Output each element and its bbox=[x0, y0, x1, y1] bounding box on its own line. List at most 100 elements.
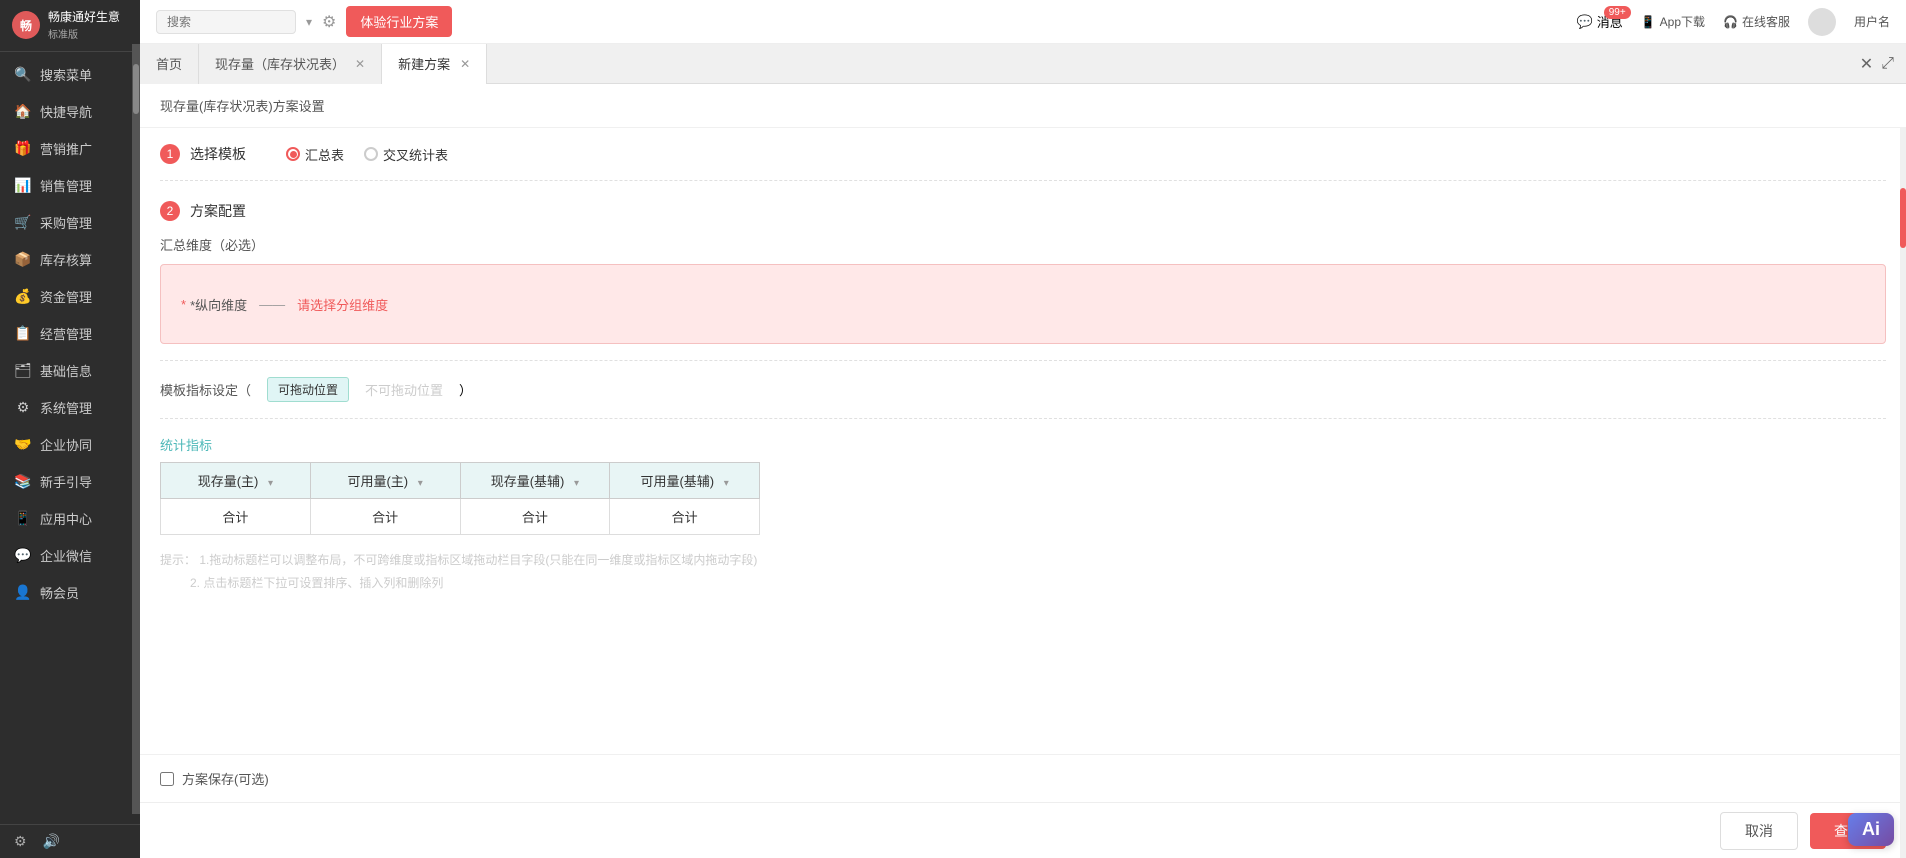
movable-chip: 可拖动位置 bbox=[267, 377, 349, 402]
sidebar-item-operation[interactable]: 📋 经营管理 bbox=[0, 315, 140, 352]
stats-col-3-dropdown[interactable]: ▾ bbox=[574, 478, 579, 489]
sidebar-item-newbie[interactable]: 📚 新手引导 bbox=[0, 463, 140, 500]
stats-section-label: 统计指标 bbox=[160, 435, 1886, 454]
sidebar-item-finance[interactable]: 💰 资金管理 bbox=[0, 278, 140, 315]
folder-icon: 🗂 bbox=[14, 361, 32, 379]
sidebar-item-system[interactable]: ⚙ 系统管理 bbox=[0, 389, 140, 426]
sidebar-item-basic[interactable]: 🗂 基础信息 bbox=[0, 352, 140, 389]
sidebar-item-apps[interactable]: 📱 应用中心 bbox=[0, 500, 140, 537]
indicators-label-text: 模板指标设定（ bbox=[160, 383, 251, 398]
ai-badge[interactable]: Ai bbox=[1848, 813, 1894, 846]
sidebar-item-member[interactable]: 👤 畅会员 bbox=[0, 574, 140, 611]
tab-home[interactable]: 首页 bbox=[140, 44, 199, 84]
right-scrollbar bbox=[1900, 128, 1906, 858]
tips-item-2: 2. 点击标题栏下拉可设置排序、插入列和删除列 bbox=[160, 574, 1886, 593]
dimension-dash: —— bbox=[259, 297, 285, 312]
sidebar-item-sales[interactable]: 📊 销售管理 bbox=[0, 167, 140, 204]
app-logo-icon: 畅 bbox=[12, 11, 40, 39]
stats-col-2-header[interactable]: 可用量(主) ▾ bbox=[310, 463, 460, 499]
tips-prefix: 提示： 1.拖动标题栏可以调整布局，不可跨维度或指标区域拖动栏目字段(只能在同一… bbox=[160, 551, 1886, 570]
sidebar-item-marketing[interactable]: 🎁 营销推广 bbox=[0, 130, 140, 167]
step2-title: 方案配置 bbox=[190, 201, 246, 221]
message-button[interactable]: 💬 消息 99+ bbox=[1577, 12, 1623, 31]
tab-new[interactable]: 新建方案 ✕ bbox=[382, 44, 487, 84]
sidebar-item-quick[interactable]: 🏠 快捷导航 bbox=[0, 93, 140, 130]
topbar-search-input[interactable] bbox=[156, 10, 296, 34]
sidebar-bottom: ⚙ 🔊 bbox=[0, 824, 140, 858]
service-icon: 🎧 bbox=[1723, 15, 1738, 29]
stats-col-1-dropdown[interactable]: ▾ bbox=[268, 478, 273, 489]
save-label: 方案保存(可选) bbox=[182, 769, 269, 788]
stats-col-2-label: 可用量(主) bbox=[347, 474, 408, 489]
sidebar-item-label: 资金管理 bbox=[40, 287, 92, 306]
sidebar-item-label: 企业协同 bbox=[40, 435, 92, 454]
tips-section: 提示： 1.拖动标题栏可以调整布局，不可跨维度或指标区域拖动栏目字段(只能在同一… bbox=[160, 551, 1886, 593]
cancel-button[interactable]: 取消 bbox=[1720, 812, 1798, 850]
stats-col-1-label: 现存量(主) bbox=[198, 474, 259, 489]
dimension-area[interactable]: * *纵向维度 —— 请选择分组维度 bbox=[160, 264, 1886, 344]
app-download-button[interactable]: 📱 App下载 bbox=[1641, 13, 1705, 30]
search-icon: 🔍 bbox=[14, 65, 32, 83]
sidebar-item-label: 销售管理 bbox=[40, 176, 92, 195]
tab-home-label: 首页 bbox=[156, 54, 182, 73]
sidebar-item-search[interactable]: 🔍 搜索菜单 bbox=[0, 56, 140, 93]
app-download-label: App下载 bbox=[1660, 13, 1705, 30]
message-badge: 99+ bbox=[1604, 6, 1631, 19]
radio-summary-circle bbox=[286, 147, 300, 161]
save-checkbox[interactable] bbox=[160, 772, 174, 786]
sidebar-item-purchase[interactable]: 🛒 采购管理 bbox=[0, 204, 140, 241]
topbar-gear-icon[interactable]: ⚙ bbox=[322, 12, 336, 32]
tab-inventory-close[interactable]: ✕ bbox=[355, 57, 365, 71]
stats-col-4-header[interactable]: 可用量(基辅) ▾ bbox=[610, 463, 760, 499]
money-icon: 💰 bbox=[14, 287, 32, 305]
box-icon: 📦 bbox=[14, 250, 32, 268]
schema-page-title: 现存量(库存状况表)方案设置 bbox=[160, 96, 325, 115]
stats-table: 现存量(主) ▾ 可用量(主) ▾ 现存量(基辅) bbox=[160, 462, 760, 535]
sidebar-item-inventory[interactable]: 📦 库存核算 bbox=[0, 241, 140, 278]
sidebar-item-label: 系统管理 bbox=[40, 398, 92, 417]
radio-summary-dot bbox=[290, 151, 297, 158]
stats-cell-3: 合计 bbox=[460, 499, 610, 535]
sidebar-item-label: 快捷导航 bbox=[40, 102, 92, 121]
sidebar-item-label: 应用中心 bbox=[40, 509, 92, 528]
stats-col-2-dropdown[interactable]: ▾ bbox=[418, 478, 423, 489]
radio-summary[interactable]: 汇总表 bbox=[286, 145, 344, 164]
topbar-dropdown-icon[interactable]: ▾ bbox=[306, 15, 312, 29]
tab-new-close[interactable]: ✕ bbox=[460, 57, 470, 71]
stats-cell-2: 合计 bbox=[310, 499, 460, 535]
radio-summary-label: 汇总表 bbox=[305, 145, 344, 164]
step2-header: 2 方案配置 bbox=[160, 201, 1886, 221]
topbar-right: 💬 消息 99+ 📱 App下载 🎧 在线客服 用户名 bbox=[1577, 8, 1891, 36]
save-row: 方案保存(可选) bbox=[140, 754, 1906, 802]
chat-icon: 💬 bbox=[14, 546, 32, 564]
step2-number: 2 bbox=[160, 201, 180, 221]
gear-icon: ⚙ bbox=[14, 398, 32, 416]
user-icon: 👤 bbox=[14, 583, 32, 601]
tab-inventory[interactable]: 现存量（库存状况表） ✕ bbox=[199, 44, 382, 84]
tab-close-icon[interactable]: ✕ bbox=[1860, 54, 1873, 74]
vertical-dimension-label: *纵向维度 bbox=[190, 295, 247, 314]
stats-col-4-dropdown[interactable]: ▾ bbox=[724, 478, 729, 489]
radio-cross-circle bbox=[364, 147, 378, 161]
sidebar-logo: 畅 畅康通好生意 标准版 bbox=[0, 0, 140, 52]
tabbar: 首页 现存量（库存状况表） ✕ 新建方案 ✕ ✕ ⤢ bbox=[140, 44, 1906, 84]
sidebar-item-corp[interactable]: 🤝 企业协同 bbox=[0, 426, 140, 463]
trial-button[interactable]: 体验行业方案 bbox=[346, 6, 452, 37]
step1-title: 选择模板 bbox=[190, 144, 246, 164]
radio-cross[interactable]: 交叉统计表 bbox=[364, 145, 448, 164]
home-icon: 🏠 bbox=[14, 102, 32, 120]
sidebar-item-wechat[interactable]: 💬 企业微信 bbox=[0, 537, 140, 574]
dimension-placeholder[interactable]: 请选择分组维度 bbox=[297, 295, 388, 314]
audio-bottom-icon[interactable]: 🔊 bbox=[43, 833, 60, 850]
schema-panel: 现存量(库存状况表)方案设置 1 选择模板 汇总表 bbox=[140, 84, 1906, 858]
sidebar-item-label: 采购管理 bbox=[40, 213, 92, 232]
indicators-label-end: ） bbox=[459, 380, 472, 399]
stats-col-1-header[interactable]: 现存量(主) ▾ bbox=[161, 463, 311, 499]
tab-expand-icon[interactable]: ⤢ bbox=[1881, 55, 1894, 73]
stats-col-3-header[interactable]: 现存量(基辅) ▾ bbox=[460, 463, 610, 499]
message-icon: 💬 bbox=[1577, 14, 1593, 30]
stats-cell-4: 合计 bbox=[610, 499, 760, 535]
service-button[interactable]: 🎧 在线客服 bbox=[1723, 13, 1790, 30]
step1-section: 1 选择模板 汇总表 交叉统计表 bbox=[160, 144, 1886, 181]
settings-bottom-icon[interactable]: ⚙ bbox=[14, 833, 27, 850]
